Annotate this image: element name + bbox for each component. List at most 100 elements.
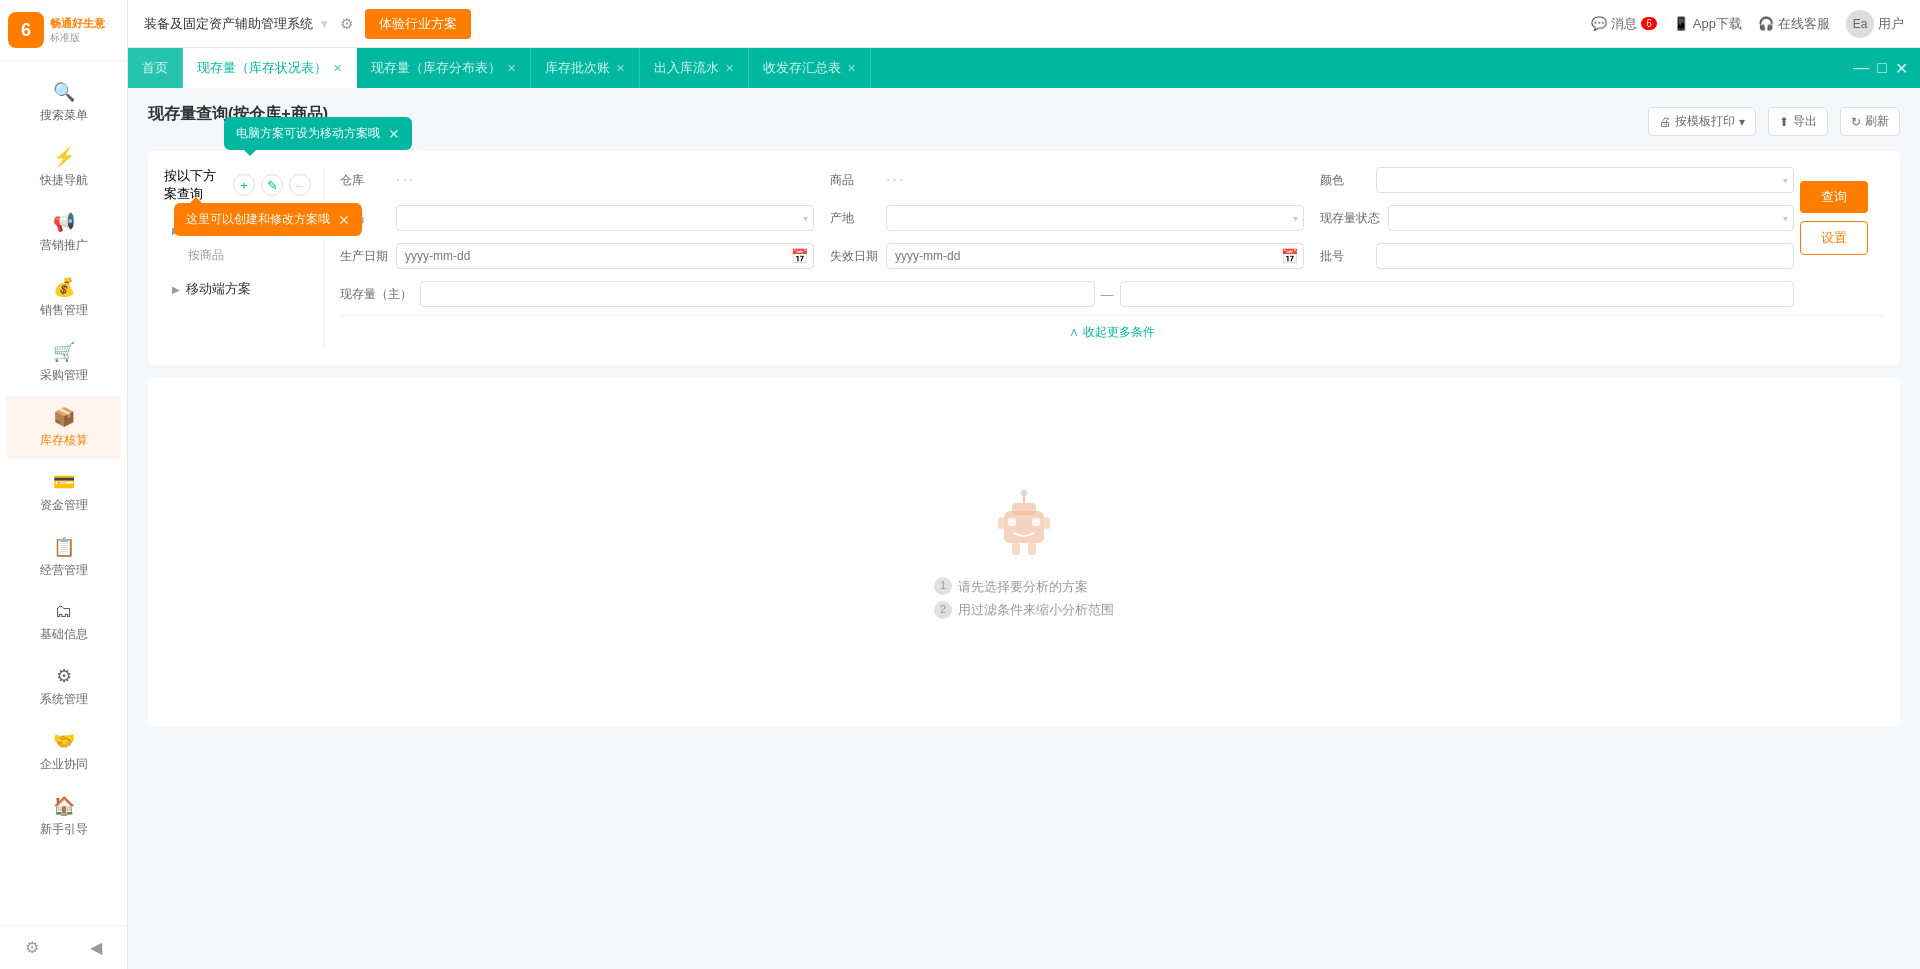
sidebar-item-operations[interactable]: 📋 经营管理 bbox=[6, 526, 121, 589]
edit-scheme-btn[interactable]: ✎ bbox=[261, 174, 283, 196]
tab-receive-close[interactable]: ✕ bbox=[847, 62, 856, 75]
support-btn[interactable]: 🎧 在线客服 bbox=[1758, 15, 1830, 33]
marketing-nav-icon: 📢 bbox=[53, 211, 75, 233]
field-batch: 批号 bbox=[1320, 243, 1794, 269]
prod-date-input[interactable] bbox=[396, 243, 814, 269]
svg-rect-8 bbox=[1012, 543, 1020, 555]
tab-batch[interactable]: 库存批次账 ✕ bbox=[531, 48, 640, 88]
message-icon: 💬 bbox=[1591, 16, 1607, 31]
sidebar-item-search[interactable]: 🔍 搜索菜单 bbox=[6, 71, 121, 134]
sidebar-item-guide[interactable]: 🏠 新手引导 bbox=[6, 785, 121, 848]
tab-inout-close[interactable]: ✕ bbox=[725, 62, 734, 75]
tab-close-all-btn[interactable]: ✕ bbox=[1895, 59, 1908, 78]
size-select[interactable] bbox=[396, 205, 814, 231]
warehouse-dots[interactable]: ··· bbox=[396, 171, 415, 189]
reset-btn[interactable]: 设置 bbox=[1800, 221, 1868, 255]
inventory-status-select[interactable] bbox=[1388, 205, 1794, 231]
search-nav-icon: 🔍 bbox=[53, 81, 75, 103]
color-select[interactable] bbox=[1376, 167, 1794, 193]
page-header-actions: 🖨 按模板打印 ▾ ⬆ 导出 ↻ 刷新 bbox=[1648, 107, 1900, 136]
tab-minimize-btn[interactable]: — bbox=[1853, 59, 1869, 77]
svg-rect-6 bbox=[998, 517, 1004, 529]
filter-actions: + ✎ ← bbox=[233, 174, 311, 196]
system-nav-icon: ⚙ bbox=[56, 665, 72, 687]
sidebar-item-enterprise[interactable]: 🤝 企业协同 bbox=[6, 720, 121, 783]
sidebar-item-marketing[interactable]: 📢 营销推广 bbox=[6, 201, 121, 264]
tab-receive[interactable]: 收发存汇总表 ✕ bbox=[749, 48, 871, 88]
print-dropdown-icon: ▾ bbox=[1739, 115, 1745, 129]
sidebar-item-inventory[interactable]: 📦 库存核算 bbox=[6, 396, 121, 459]
prod-date-calendar-icon[interactable]: 📅 bbox=[791, 248, 808, 264]
batch-input[interactable] bbox=[1376, 243, 1794, 269]
field-exp-date: 失效日期 📅 bbox=[830, 243, 1304, 269]
sidebar-item-purchase[interactable]: 🛒 采购管理 bbox=[6, 331, 121, 394]
filter-fields-area: 查询 设置 仓库 ··· 商品 ··· bbox=[324, 167, 1884, 349]
inventory-range-max[interactable] bbox=[1120, 281, 1795, 307]
tab-home[interactable]: 首页 bbox=[128, 48, 183, 88]
tooltip-pc-scheme: 电脑方案可设为移动方案哦 ✕ bbox=[224, 117, 412, 150]
sidebar-item-system[interactable]: ⚙ 系统管理 bbox=[6, 655, 121, 718]
add-scheme-btn[interactable]: + bbox=[233, 174, 255, 196]
tooltip-pc-close[interactable]: ✕ bbox=[388, 126, 400, 142]
export-btn[interactable]: ⬆ 导出 bbox=[1768, 107, 1828, 136]
scheme-item-mobile[interactable]: ▶ 移动端方案 bbox=[164, 276, 311, 302]
footer-collapse-btn[interactable]: ◀ bbox=[90, 938, 102, 957]
search-btn[interactable]: 查询 bbox=[1800, 181, 1868, 213]
scheme-panel: 按以下方案查询 + ✎ ← 电脑方案可设为移动方案哦 ✕ bbox=[164, 167, 324, 349]
sidebar-item-basic[interactable]: 🗂 基础信息 bbox=[6, 591, 121, 653]
origin-select[interactable] bbox=[886, 205, 1304, 231]
exp-date-input[interactable] bbox=[886, 243, 1304, 269]
exp-date-calendar-icon[interactable]: 📅 bbox=[1281, 248, 1298, 264]
tab-inventory-dist[interactable]: 现存量（库存分布表） ✕ bbox=[357, 48, 531, 88]
tab-batch-label: 库存批次账 bbox=[545, 59, 610, 77]
scheme-tree: ▶ 电脑端方案 这里可以创建和修改方案哦 ✕ 按商品 ▶ bbox=[164, 217, 311, 302]
goods-label: 商品 bbox=[830, 172, 878, 189]
tab-inout[interactable]: 出入库流水 ✕ bbox=[640, 48, 749, 88]
sidebar-item-sales[interactable]: 💰 销售管理 bbox=[6, 266, 121, 329]
tip-num-1: 1 bbox=[934, 577, 952, 595]
tab-maximize-btn[interactable]: □ bbox=[1877, 59, 1887, 77]
size-select-wrapper: ▾ bbox=[396, 205, 814, 231]
goods-dots[interactable]: ··· bbox=[886, 171, 905, 189]
footer-settings-btn[interactable]: ⚙ bbox=[25, 938, 39, 957]
origin-select-wrapper: ▾ bbox=[886, 205, 1304, 231]
filter-row-2: 尺码 ▾ 产地 bbox=[340, 205, 1794, 231]
refresh-btn[interactable]: ↻ 刷新 bbox=[1840, 107, 1900, 136]
color-select-wrapper: ▾ bbox=[1376, 167, 1794, 193]
filter-header: 按以下方案查询 + ✎ ← 电脑方案可设为移动方案哦 ✕ bbox=[164, 167, 311, 203]
app-download-btn[interactable]: 📱 App下载 bbox=[1673, 15, 1742, 33]
sidebar-nav: 🔍 搜索菜单 ⚡ 快捷导航 📢 营销推广 💰 销售管理 🛒 采购管理 📦 库存核… bbox=[0, 61, 127, 925]
origin-label: 产地 bbox=[830, 210, 878, 227]
tab-inventory-status-close[interactable]: ✕ bbox=[333, 62, 342, 75]
inventory-main-label: 现存量（主） bbox=[340, 286, 412, 303]
field-inventory-status: 现存量状态 ▾ bbox=[1320, 205, 1794, 231]
home-tab-label: 首页 bbox=[142, 59, 168, 77]
empty-tip-1: 1 请先选择要分析的方案 bbox=[934, 575, 1114, 598]
warehouse-label: 仓库 bbox=[340, 172, 388, 189]
logo-icon: 6 bbox=[8, 12, 44, 48]
tab-batch-close[interactable]: ✕ bbox=[616, 62, 625, 75]
enterprise-nav-icon: 🤝 bbox=[53, 730, 75, 752]
collapse-bar[interactable]: ∧ 收起更多条件 bbox=[340, 315, 1884, 349]
sidebar-item-quick[interactable]: ⚡ 快捷导航 bbox=[6, 136, 121, 199]
back-scheme-btn[interactable]: ← bbox=[289, 174, 311, 196]
scheme-item-sub[interactable]: 按商品 bbox=[164, 243, 311, 268]
exp-date-label: 失效日期 bbox=[830, 248, 878, 265]
user-btn[interactable]: Ea 用户 bbox=[1846, 10, 1904, 38]
quick-nav-icon: ⚡ bbox=[53, 146, 75, 168]
industry-btn[interactable]: 体验行业方案 bbox=[365, 9, 471, 39]
message-btn[interactable]: 💬 消息 6 bbox=[1591, 15, 1657, 33]
sidebar-footer: ⚙ ◀ bbox=[0, 925, 127, 969]
svg-point-3 bbox=[1021, 490, 1027, 496]
tab-inventory-status[interactable]: 现存量（库存状况表） ✕ bbox=[183, 48, 357, 88]
svg-rect-0 bbox=[1004, 511, 1044, 543]
settings-gear-icon[interactable]: ⚙ bbox=[340, 15, 353, 33]
batch-label: 批号 bbox=[1320, 248, 1368, 265]
inventory-nav-icon: 📦 bbox=[53, 406, 75, 428]
sidebar-item-finance[interactable]: 💳 资金管理 bbox=[6, 461, 121, 524]
operations-nav-icon: 📋 bbox=[53, 536, 75, 558]
tooltip-edit-close[interactable]: ✕ bbox=[338, 212, 350, 228]
tab-inventory-dist-close[interactable]: ✕ bbox=[507, 62, 516, 75]
print-btn[interactable]: 🖨 按模板打印 ▾ bbox=[1648, 107, 1756, 136]
inventory-range-min[interactable] bbox=[420, 281, 1095, 307]
